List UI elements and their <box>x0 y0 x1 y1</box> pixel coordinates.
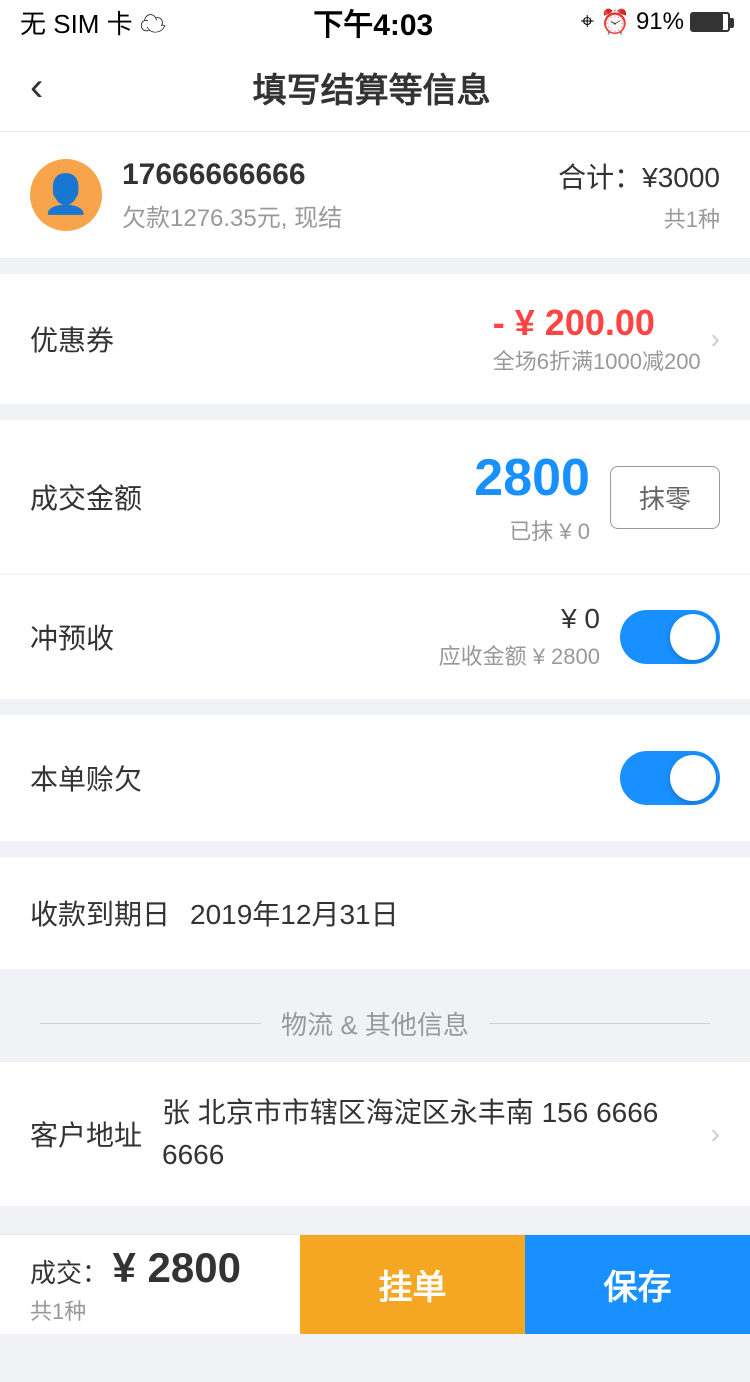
customer-phone: 17666666666 <box>122 158 558 192</box>
coupon-row[interactable]: 优惠券 - ¥ 200.00 全场6折满1000减200 › <box>0 274 750 404</box>
prepay-row: 冲预收 ¥ 0 应收金额 ¥ 2800 <box>0 574 750 699</box>
coupon-label: 优惠券 <box>30 319 114 359</box>
debt-row: 本单赊欠 <box>0 715 750 841</box>
sim-text: 无 SIM 卡 ☁ <box>20 4 166 41</box>
avatar: 👤 <box>30 159 102 231</box>
save-button[interactable]: 保存 <box>525 1235 750 1334</box>
coupon-chevron-icon: › <box>711 323 720 355</box>
debt-toggle[interactable] <box>620 751 720 805</box>
divider-section: 物流 & 其他信息 <box>0 985 750 1062</box>
debt-toggle-thumb <box>670 755 716 801</box>
deal-right: 2800 已抹 ¥ 0 抹零 <box>474 448 720 546</box>
battery-icon <box>690 12 730 32</box>
round-button[interactable]: 抹零 <box>610 466 720 529</box>
status-right: ⌖ ⏰ 91% <box>581 8 730 37</box>
footer-deal-row: 成交： ¥ 2800 <box>30 1244 270 1292</box>
customer-section: 👤 17666666666 欠款1276.35元, 现结 合计：¥3000 共1… <box>0 132 750 258</box>
total-amount: 合计：¥3000 <box>558 156 720 196</box>
address-section: 客户地址 张 北京市市辖区海淀区永丰南 156 6666 6666 › <box>0 1062 750 1206</box>
deal-amount: 2800 <box>474 448 590 508</box>
prepay-right: ¥ 0 应收金额 ¥ 2800 <box>439 603 720 671</box>
duedate-section: 收款到期日 2019年12月31日 <box>0 857 750 969</box>
coupon-section: 优惠券 - ¥ 200.00 全场6折满1000减200 › <box>0 274 750 404</box>
hang-button[interactable]: 挂单 <box>300 1235 525 1334</box>
divider-line-right <box>489 1023 710 1024</box>
footer-amount: ¥ 2800 <box>112 1244 240 1291</box>
toggle-thumb <box>670 614 716 660</box>
address-row[interactable]: 客户地址 张 北京市市辖区海淀区永丰南 156 6666 6666 › <box>0 1062 750 1206</box>
prepay-amount: ¥ 0 <box>439 603 600 635</box>
divider-text: 物流 & 其他信息 <box>281 1005 469 1042</box>
address-label: 客户地址 <box>30 1114 142 1154</box>
status-time: 下午4:03 <box>313 0 433 44</box>
coupon-amount: - ¥ 200.00 <box>493 302 701 344</box>
nav-bar: ‹ 填写结算等信息 <box>0 44 750 132</box>
debt-label: 本单赊欠 <box>30 758 142 798</box>
duedate-row: 收款到期日 2019年12月31日 <box>0 857 750 969</box>
address-value: 张 北京市市辖区海淀区永丰南 156 6666 6666 <box>162 1092 711 1176</box>
prepay-label: 冲预收 <box>30 617 114 657</box>
coupon-desc: 全场6折满1000减200 <box>493 344 701 376</box>
deal-sub: 已抹 ¥ 0 <box>474 514 590 546</box>
debt-section: 本单赊欠 <box>0 715 750 841</box>
page-title: 填写结算等信息 <box>63 63 680 112</box>
battery-text: 91% <box>636 8 684 36</box>
address-chevron-icon: › <box>711 1118 720 1150</box>
footer: 成交： ¥ 2800 共1种 挂单 保存 <box>0 1234 750 1334</box>
deal-section: 成交金额 2800 已抹 ¥ 0 抹零 冲预收 ¥ 0 应收金额 ¥ 2800 <box>0 420 750 699</box>
customer-info: 17666666666 欠款1276.35元, 现结 <box>122 158 558 233</box>
avatar-icon: 👤 <box>42 173 89 217</box>
footer-info: 成交： ¥ 2800 共1种 <box>0 1244 300 1326</box>
status-left: 无 SIM 卡 ☁ <box>20 4 166 41</box>
location-icon: ⌖ <box>581 8 595 36</box>
prepay-values: ¥ 0 应收金额 ¥ 2800 <box>439 603 600 671</box>
prepay-toggle[interactable] <box>620 610 720 664</box>
duedate-label: 收款到期日 <box>30 893 170 933</box>
alarm-icon: ⏰ <box>600 8 630 37</box>
customer-total: 合计：¥3000 共1种 <box>558 156 720 234</box>
back-button[interactable]: ‹ <box>30 65 43 110</box>
customer-sub: 欠款1276.35元, 现结 <box>122 198 558 233</box>
footer-deal-label: 成交： <box>30 1258 108 1288</box>
deal-label: 成交金额 <box>30 477 142 517</box>
divider-line-left <box>40 1023 261 1024</box>
total-sub: 共1种 <box>558 202 720 234</box>
customer-row: 👤 17666666666 欠款1276.35元, 现结 合计：¥3000 共1… <box>0 132 750 258</box>
coupon-right: - ¥ 200.00 全场6折满1000减200 › <box>493 302 720 376</box>
duedate-value: 2019年12月31日 <box>190 893 399 933</box>
footer-sub: 共1种 <box>30 1294 270 1326</box>
status-bar: 无 SIM 卡 ☁ 下午4:03 ⌖ ⏰ 91% <box>0 0 750 44</box>
prepay-sub: 应收金额 ¥ 2800 <box>439 639 600 671</box>
deal-row: 成交金额 2800 已抹 ¥ 0 抹零 <box>0 420 750 574</box>
